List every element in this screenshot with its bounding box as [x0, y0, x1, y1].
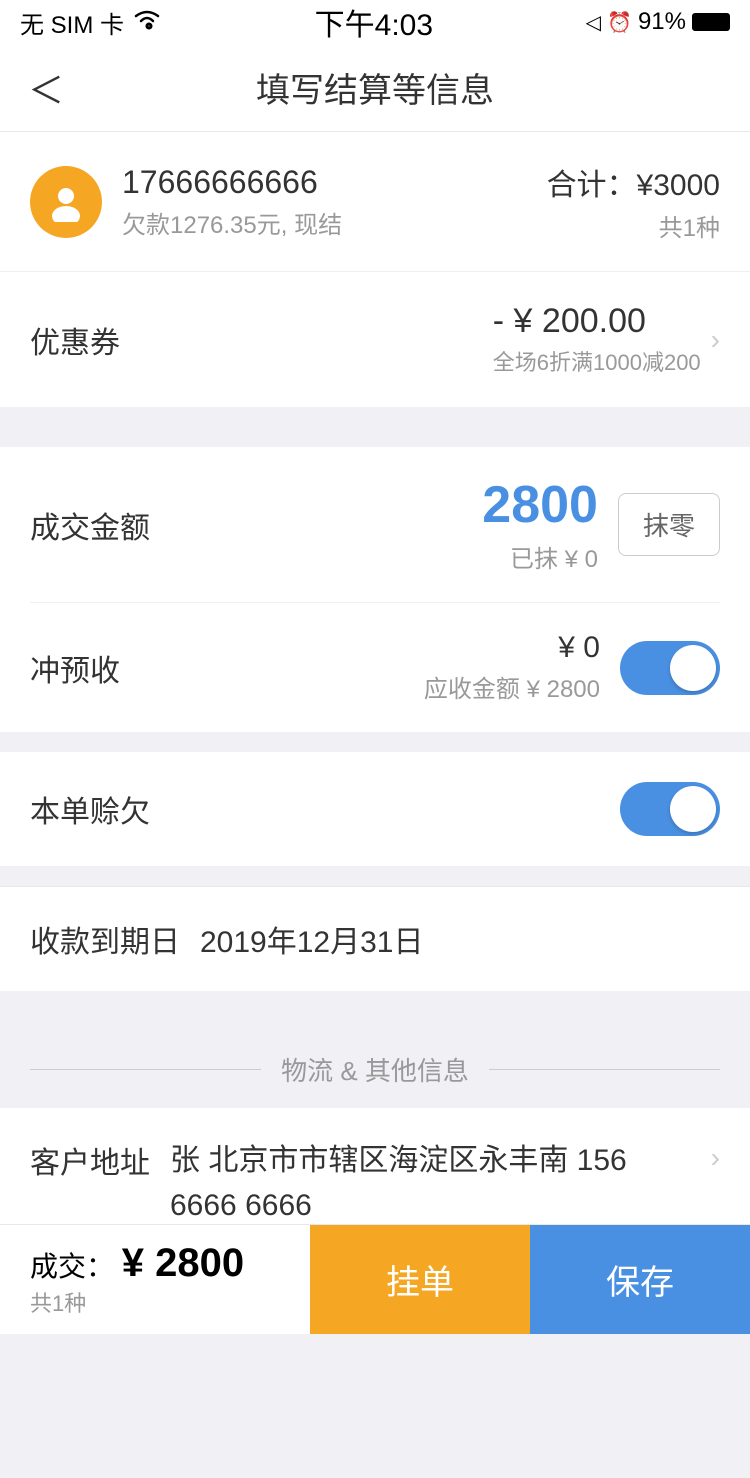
address-value: 张 北京市市辖区海淀区永丰南 156 6666 6666	[170, 1138, 691, 1228]
coupon-arrow-icon: ›	[711, 324, 720, 356]
bottom-summary-amount: ¥ 2800	[122, 1241, 244, 1285]
due-date-section: 收款到期日 2019年12月31日	[0, 887, 750, 991]
amount-section: 成交金额 2800 已抹 ¥ 0 抹零 冲预收 ¥ 0 应收金额 ¥ 2800	[0, 447, 750, 732]
alarm-icon: ⏰	[607, 10, 632, 35]
debt-label: 本单赊欠	[30, 787, 150, 831]
total-count: 共1种	[547, 208, 720, 243]
charge-right: ¥ 0 应收金额 ¥ 2800	[424, 631, 720, 704]
battery-icon	[692, 13, 730, 31]
charge-label: 冲预收	[30, 646, 120, 690]
status-time: 下午4:03	[315, 0, 433, 44]
nav-bar: ＜ 填写结算等信息	[0, 44, 750, 132]
address-label: 客户地址	[30, 1138, 150, 1182]
back-button[interactable]: ＜	[28, 62, 64, 114]
status-right: ◁ ⏰ 91%	[586, 8, 730, 36]
carrier-text: 无 SIM 卡	[20, 5, 124, 40]
deal-amount-sub: 已抹 ¥ 0	[482, 539, 598, 574]
bottom-summary-prefix: 成交：	[30, 1251, 114, 1282]
charge-amount: ¥ 0	[424, 631, 600, 665]
save-button[interactable]: 保存	[530, 1225, 750, 1334]
section-divider-2	[0, 732, 750, 752]
logistics-line-right	[489, 1069, 720, 1070]
due-date-label: 收款到期日	[30, 917, 180, 961]
wifi-icon	[132, 8, 162, 37]
deal-amount-value: 2800	[482, 475, 598, 535]
logistics-text: 物流 & 其他信息	[281, 1051, 469, 1088]
bottom-summary-line1: 成交： ¥ 2800	[30, 1241, 280, 1286]
avatar	[30, 166, 102, 238]
debt-toggle[interactable]	[620, 782, 720, 836]
customer-right: 合计：¥3000 共1种	[547, 160, 720, 243]
coupon-label: 优惠券	[30, 318, 120, 362]
bottom-bar: 成交： ¥ 2800 共1种 挂单 保存	[0, 1224, 750, 1334]
customer-row[interactable]: 17666666666 欠款1276.35元, 现结 合计：¥3000 共1种	[0, 132, 750, 272]
charge-toggle[interactable]	[620, 641, 720, 695]
bottom-summary-count: 共1种	[30, 1286, 280, 1318]
hang-button[interactable]: 挂单	[310, 1225, 530, 1334]
address-arrow-icon: ›	[711, 1138, 720, 1174]
page-title: 填写结算等信息	[256, 63, 494, 112]
customer-phone: 17666666666	[122, 164, 342, 201]
customer-left: 17666666666 欠款1276.35元, 现结	[30, 164, 342, 240]
deal-amount-label: 成交金额	[30, 503, 150, 547]
debt-section: 本单赊欠	[0, 752, 750, 866]
battery-percent: 91%	[638, 8, 686, 36]
total-amount: 合计：¥3000	[547, 160, 720, 204]
section-divider-1	[0, 427, 750, 447]
charge-row: 冲预收 ¥ 0 应收金额 ¥ 2800	[30, 603, 720, 732]
logistics-line-left	[30, 1069, 261, 1070]
deal-amount-right: 2800 已抹 ¥ 0 抹零	[482, 475, 720, 574]
charge-receivable: 应收金额 ¥ 2800	[424, 669, 600, 704]
location-icon: ◁	[586, 10, 601, 35]
coupon-right: - ¥ 200.00 全场6折满1000减200 ›	[493, 302, 720, 377]
section-divider-4	[0, 1011, 750, 1031]
charge-amounts: ¥ 0 应收金额 ¥ 2800	[424, 631, 600, 704]
bottom-summary: 成交： ¥ 2800 共1种	[0, 1225, 310, 1334]
customer-section: 17666666666 欠款1276.35元, 现结 合计：¥3000 共1种 …	[0, 132, 750, 407]
maling-button[interactable]: 抹零	[618, 493, 720, 556]
logistics-divider: 物流 & 其他信息	[0, 1031, 750, 1108]
coupon-desc: 全场6折满1000减200	[493, 345, 701, 377]
customer-debt: 欠款1276.35元, 现结	[122, 205, 342, 240]
status-bar: 无 SIM 卡 下午4:03 ◁ ⏰ 91%	[0, 0, 750, 44]
due-date-value: 2019年12月31日	[200, 917, 423, 961]
customer-info: 17666666666 欠款1276.35元, 现结	[122, 164, 342, 240]
coupon-row[interactable]: 优惠券 - ¥ 200.00 全场6折满1000减200 ›	[0, 272, 750, 407]
coupon-discount: - ¥ 200.00	[493, 302, 701, 341]
deal-amount-row: 成交金额 2800 已抹 ¥ 0 抹零	[30, 447, 720, 603]
status-left: 无 SIM 卡	[20, 5, 162, 40]
